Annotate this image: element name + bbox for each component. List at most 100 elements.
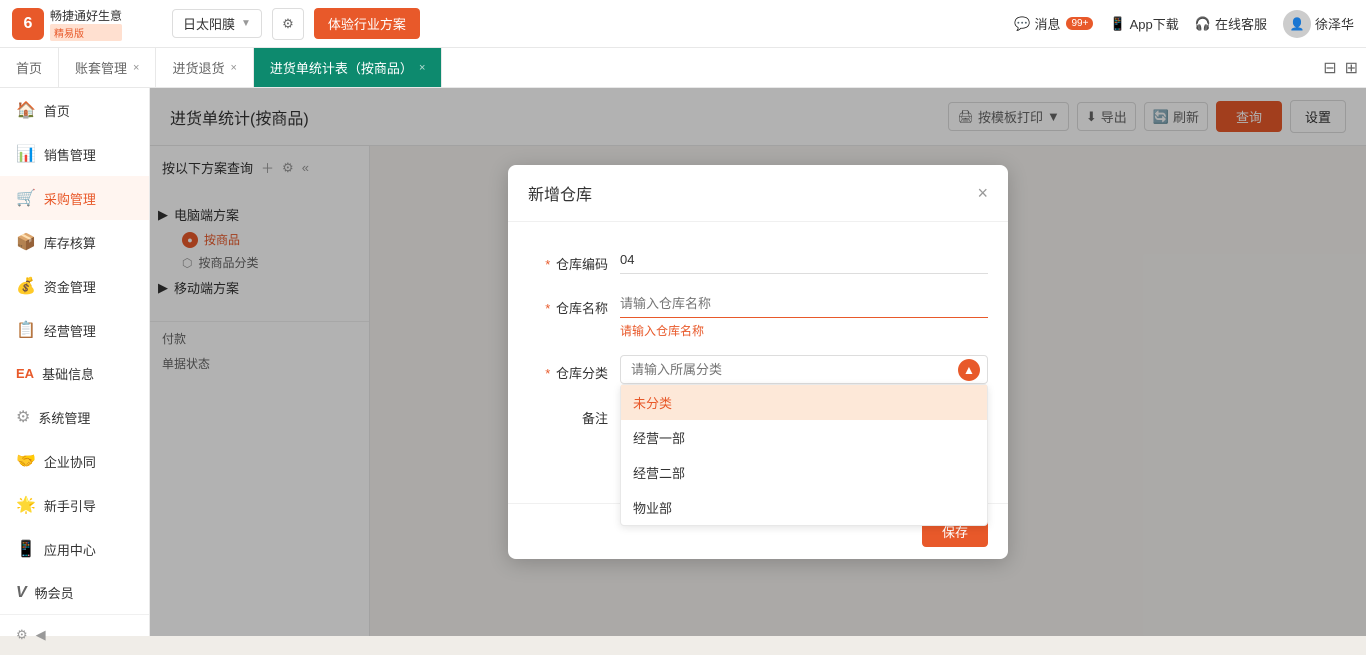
remark-label: 备注 — [528, 400, 608, 427]
home-icon: 🏠 — [16, 100, 36, 120]
dialog-body: * 仓库编码 * 仓库名称 — [508, 222, 1008, 503]
name-label-text: 仓库名称 — [556, 301, 608, 316]
warehouse-category-input[interactable] — [620, 355, 988, 384]
name-required-mark: * — [545, 301, 550, 316]
warehouse-code-input[interactable] — [620, 246, 988, 274]
sidebar-appcenter-label: 应用中心 — [44, 540, 96, 559]
settings-button[interactable]: ⚙ — [272, 8, 304, 40]
sidebar-operation-label: 经营管理 — [44, 321, 96, 340]
gear-icon: ⚙ — [282, 16, 294, 32]
sidebar-vip-label: 畅会员 — [35, 583, 74, 602]
tab-purchase-return-close[interactable]: × — [230, 62, 236, 74]
dropdown-item-property[interactable]: 物业部 — [621, 490, 987, 525]
store-selector[interactable]: 日太阳膜 ▼ — [172, 9, 262, 38]
sidebar-item-inventory[interactable]: 📦 库存核算 — [0, 220, 149, 264]
tab-purchase-stats-close[interactable]: × — [419, 62, 425, 74]
tab-purchase-stats[interactable]: 进货单统计表（按商品） × — [254, 48, 442, 87]
tab-minimize-icon[interactable]: ⊟ — [1323, 58, 1336, 78]
top-nav: 6 畅捷通好生意 精易版 日太阳膜 ▼ ⚙ 体验行业方案 💬 消息 99+ 📱 … — [0, 0, 1366, 48]
sales-icon: 📊 — [16, 144, 36, 164]
dropdown-item-dept1[interactable]: 经营一部 — [621, 420, 987, 455]
sidebar-enterprise-label: 企业协同 — [44, 452, 96, 471]
code-label: * 仓库编码 — [528, 246, 608, 273]
tabs-bar: 首页 账套管理 × 进货退货 × 进货单统计表（按商品） × ⊟ ⊞ — [0, 48, 1366, 88]
sidebar-item-home[interactable]: 🏠 首页 — [0, 88, 149, 132]
sidebar-collapse-icon[interactable]: ◀ — [36, 627, 46, 643]
sidebar-item-vip[interactable]: V 畅会员 — [0, 571, 149, 614]
avatar: 👤 — [1283, 10, 1311, 38]
system-icon: ⚙ — [16, 407, 30, 427]
sidebar-item-system[interactable]: ⚙ 系统管理 — [0, 395, 149, 439]
dialog-header: 新增仓库 × — [508, 165, 1008, 222]
user-menu[interactable]: 👤 徐泽华 — [1283, 10, 1354, 38]
category-dropdown-list: 未分类 经营一部 经营二部 物业部 — [620, 384, 988, 526]
edition-badge: 精易版 — [50, 24, 122, 41]
tab-expand-icon[interactable]: ⊞ — [1345, 58, 1358, 78]
warehouse-name-input[interactable] — [620, 290, 988, 318]
trial-button[interactable]: 体验行业方案 — [314, 8, 420, 39]
tab-home[interactable]: 首页 — [0, 48, 59, 87]
sidebar-item-newbie[interactable]: 🌟 新手引导 — [0, 483, 149, 527]
content-area: 进货单统计(按商品) 🖨 按模板打印 ▼ ⬇ 导出 🔄 刷新 查询 设置 — [150, 88, 1366, 636]
tab-purchase-return-label: 进货退货 — [172, 58, 224, 77]
code-form-row: * 仓库编码 — [528, 246, 988, 274]
purchase-icon: 🛒 — [16, 188, 36, 208]
logo-area: 6 畅捷通好生意 精易版 — [12, 7, 162, 41]
code-required-mark: * — [545, 257, 550, 272]
sidebar-settings-icon[interactable]: ⚙ — [16, 627, 28, 643]
sidebar-item-purchase[interactable]: 🛒 采购管理 — [0, 176, 149, 220]
category-label: * 仓库分类 — [528, 355, 608, 382]
dropdown-item-unclassified[interactable]: 未分类 — [621, 385, 987, 420]
sidebar-item-finance[interactable]: 💰 资金管理 — [0, 264, 149, 308]
sidebar-item-enterprise[interactable]: 🤝 企业协同 — [0, 439, 149, 483]
sidebar-item-appcenter[interactable]: 📱 应用中心 — [0, 527, 149, 571]
category-label-text: 仓库分类 — [556, 366, 608, 381]
tab-home-label: 首页 — [16, 58, 42, 77]
tabs-actions: ⊟ ⊞ — [1323, 58, 1366, 78]
dialog-title: 新增仓库 — [528, 181, 592, 205]
sidebar-home-label: 首页 — [44, 101, 70, 120]
tab-purchase-stats-label: 进货单统计表（按商品） — [270, 58, 413, 77]
name-label: * 仓库名称 — [528, 290, 608, 317]
tab-accounts-label: 账套管理 — [75, 58, 127, 77]
logo-text: 畅捷通好生意 精易版 — [50, 7, 122, 41]
tab-purchase-return[interactable]: 进货退货 × — [156, 48, 253, 87]
message-label: 消息 — [1034, 14, 1060, 33]
dropdown-item-dept2[interactable]: 经营二部 — [621, 455, 987, 490]
unclassified-label: 未分类 — [633, 396, 672, 411]
message-badge: 99+ — [1066, 17, 1093, 30]
category-form-row: * 仓库分类 ▲ 未分类 经 — [528, 355, 988, 384]
top-right-area: 💬 消息 99+ 📱 App下载 🎧 在线客服 👤 徐泽华 — [1014, 10, 1354, 38]
online-service-label: 在线客服 — [1215, 14, 1267, 33]
headset-icon: 🎧 — [1195, 16, 1211, 32]
store-dropdown-arrow: ▼ — [241, 18, 251, 29]
sidebar-newbie-label: 新手引导 — [44, 496, 96, 515]
sidebar-item-sales[interactable]: 📊 销售管理 — [0, 132, 149, 176]
category-dropdown-arrow[interactable]: ▲ — [958, 359, 980, 381]
message-icon: 💬 — [1014, 16, 1030, 32]
username: 徐泽华 — [1315, 14, 1354, 33]
name-form-row: * 仓库名称 请输入仓库名称 — [528, 290, 988, 339]
sidebar-item-basic[interactable]: EA 基础信息 — [0, 352, 149, 395]
modal-overlay[interactable]: 新增仓库 × * 仓库编码 — [150, 88, 1366, 636]
sidebar-purchase-label: 采购管理 — [44, 189, 96, 208]
sidebar-item-operation[interactable]: 📋 经营管理 — [0, 308, 149, 352]
mobile-icon: 📱 — [1109, 16, 1125, 32]
main-layout: 🏠 首页 📊 销售管理 🛒 采购管理 📦 库存核算 💰 资金管理 📋 经营管理 … — [0, 88, 1366, 636]
code-control — [620, 246, 988, 274]
tab-accounts[interactable]: 账套管理 × — [59, 48, 156, 87]
code-label-text: 仓库编码 — [556, 257, 608, 272]
app-download-button[interactable]: 📱 App下载 — [1109, 14, 1178, 33]
message-button[interactable]: 💬 消息 99+ — [1014, 14, 1093, 33]
sidebar-bottom: ⚙ ◀ — [0, 614, 149, 655]
dialog-close-button[interactable]: × — [977, 183, 988, 204]
category-control: ▲ 未分类 经营一部 经营二部 — [620, 355, 988, 384]
sidebar-finance-label: 资金管理 — [44, 277, 96, 296]
tab-accounts-close[interactable]: × — [133, 62, 139, 74]
name-control: 请输入仓库名称 — [620, 290, 988, 339]
online-service-button[interactable]: 🎧 在线客服 — [1195, 14, 1267, 33]
remark-label-text: 备注 — [582, 411, 608, 426]
property-label: 物业部 — [633, 501, 672, 516]
basic-icon: EA — [16, 366, 34, 381]
operation-icon: 📋 — [16, 320, 36, 340]
